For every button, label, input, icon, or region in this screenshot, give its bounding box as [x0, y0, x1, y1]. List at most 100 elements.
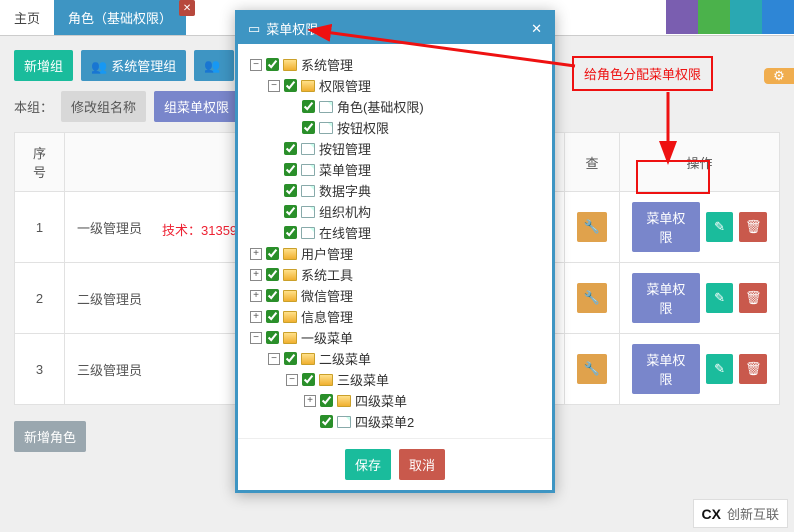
folder-icon — [337, 395, 351, 407]
tree-checkbox[interactable] — [284, 226, 297, 239]
tree-label[interactable]: 在线管理 — [319, 223, 371, 242]
delete-icon-button[interactable]: 🗑 — [739, 283, 767, 313]
tree-checkbox[interactable] — [302, 121, 315, 134]
expand-icon[interactable]: + — [250, 290, 262, 302]
folder-icon — [283, 59, 297, 71]
file-icon — [301, 185, 315, 197]
file-icon — [301, 227, 315, 239]
folder-icon — [283, 248, 297, 260]
folder-icon — [319, 374, 333, 386]
tree-checkbox[interactable] — [266, 289, 279, 302]
tree-label[interactable]: 系统工具 — [301, 265, 353, 284]
theme-purple[interactable] — [666, 0, 698, 34]
new-group-button[interactable]: 新增组 — [14, 50, 73, 81]
collapse-icon[interactable]: − — [286, 374, 298, 386]
theme-blue[interactable] — [762, 0, 794, 34]
expand-icon[interactable]: + — [250, 248, 262, 260]
users-icon: 👥 — [91, 59, 107, 74]
extra-group-button[interactable]: 👥 — [194, 50, 234, 81]
tree-label[interactable]: 角色(基础权限) — [337, 97, 424, 116]
menu-perm-button[interactable]: 菜单权限 — [632, 344, 700, 394]
tab-home[interactable]: 主页 — [0, 0, 54, 35]
logo-mark: CX — [702, 506, 721, 522]
file-icon — [319, 122, 333, 134]
folder-icon — [301, 353, 315, 365]
folder-icon — [283, 290, 297, 302]
tree-checkbox[interactable] — [266, 58, 279, 71]
menu-perm-button[interactable]: 菜单权限 — [632, 202, 700, 252]
tree-checkbox[interactable] — [266, 310, 279, 323]
tree-checkbox[interactable] — [302, 100, 315, 113]
collapse-icon[interactable]: − — [268, 353, 280, 365]
file-icon — [319, 101, 333, 113]
wrench-view-button[interactable]: 🔧 — [577, 283, 607, 313]
wrench-view-button[interactable]: 🔧 — [577, 354, 607, 384]
tree-checkbox[interactable] — [302, 373, 315, 386]
tree-label[interactable]: 菜单管理 — [319, 160, 371, 179]
tree-label[interactable]: 一级菜单 — [301, 328, 353, 347]
tree-label[interactable]: 四级菜单2 — [355, 412, 414, 431]
tab-roles[interactable]: 角色（基础权限） ✕ — [54, 0, 186, 35]
close-tab-icon[interactable]: ✕ — [179, 0, 195, 16]
top-right-squares — [666, 0, 794, 34]
new-role-button[interactable]: 新增角色 — [14, 421, 86, 452]
file-icon — [301, 143, 315, 155]
theme-green[interactable] — [698, 0, 730, 34]
brand-logo: CX 创新互联 — [693, 499, 788, 528]
collapse-icon[interactable]: − — [268, 80, 280, 92]
tree-checkbox[interactable] — [284, 205, 297, 218]
annotation-arrow-2 — [656, 92, 686, 162]
tree-checkbox[interactable] — [284, 142, 297, 155]
tree-label[interactable]: 微信管理 — [301, 286, 353, 305]
file-icon — [301, 206, 315, 218]
tree-label[interactable]: 三级菜单 — [337, 370, 389, 389]
tree-label[interactable]: 四级菜单 — [355, 391, 407, 410]
tree-label[interactable]: 二级菜单 — [319, 349, 371, 368]
tree-checkbox[interactable] — [320, 415, 333, 428]
settings-gear-icon[interactable]: ⚙ — [764, 68, 794, 84]
wrench-view-button[interactable]: 🔧 — [577, 212, 607, 242]
sys-group-button[interactable]: 👥系统管理组 — [81, 50, 186, 81]
edit-icon-button[interactable]: ✎ — [706, 212, 734, 242]
edit-icon-button[interactable]: ✎ — [706, 354, 734, 384]
tree-checkbox[interactable] — [284, 184, 297, 197]
theme-teal[interactable] — [730, 0, 762, 34]
folder-icon — [283, 332, 297, 344]
permission-tree: −系统管理 −权限管理 角色(基础权限) 按钮权限 按钮管理 菜单管理 数据字典… — [238, 44, 552, 438]
tree-label[interactable]: 用户管理 — [301, 244, 353, 263]
tree-label[interactable]: 组织机构 — [319, 202, 371, 221]
tree-label[interactable]: 信息管理 — [301, 307, 353, 326]
tree-checkbox[interactable] — [284, 79, 297, 92]
rename-group-button[interactable]: 修改组名称 — [61, 91, 146, 122]
save-button[interactable]: 保存 — [345, 449, 391, 480]
tree-checkbox[interactable] — [266, 268, 279, 281]
file-icon — [301, 164, 315, 176]
annotation-arrow-1 — [320, 32, 580, 82]
tree-label[interactable]: 按钮管理 — [319, 139, 371, 158]
tree-label[interactable]: 按钮权限 — [337, 118, 389, 137]
collapse-icon[interactable]: − — [250, 332, 262, 344]
expand-icon[interactable]: + — [250, 269, 262, 281]
th-view: 查 — [565, 133, 620, 192]
tree-label[interactable]: 数据字典 — [319, 181, 371, 200]
tree-checkbox[interactable] — [320, 394, 333, 407]
delete-icon-button[interactable]: 🗑 — [739, 354, 767, 384]
cancel-button[interactable]: 取消 — [399, 449, 445, 480]
collapse-icon[interactable]: − — [250, 59, 262, 71]
folder-icon — [283, 269, 297, 281]
delete-icon-button[interactable]: 🗑 — [739, 212, 767, 242]
tree-checkbox[interactable] — [266, 247, 279, 260]
annotation-callout: 给角色分配菜单权限 — [572, 56, 713, 91]
tree-checkbox[interactable] — [266, 331, 279, 344]
tree-checkbox[interactable] — [284, 352, 297, 365]
expand-icon[interactable]: + — [250, 311, 262, 323]
dialog-title: 菜单权限 — [266, 19, 318, 38]
menu-perm-button[interactable]: 菜单权限 — [632, 273, 700, 323]
tree-checkbox[interactable] — [284, 163, 297, 176]
edit-icon-button[interactable]: ✎ — [706, 283, 734, 313]
group-menu-perm-button[interactable]: 组菜单权限 — [154, 91, 239, 122]
expand-icon[interactable]: + — [304, 395, 316, 407]
dialog-footer: 保存 取消 — [238, 438, 552, 490]
subline-label: 本组： — [14, 97, 53, 116]
logo-text: 创新互联 — [727, 504, 779, 523]
